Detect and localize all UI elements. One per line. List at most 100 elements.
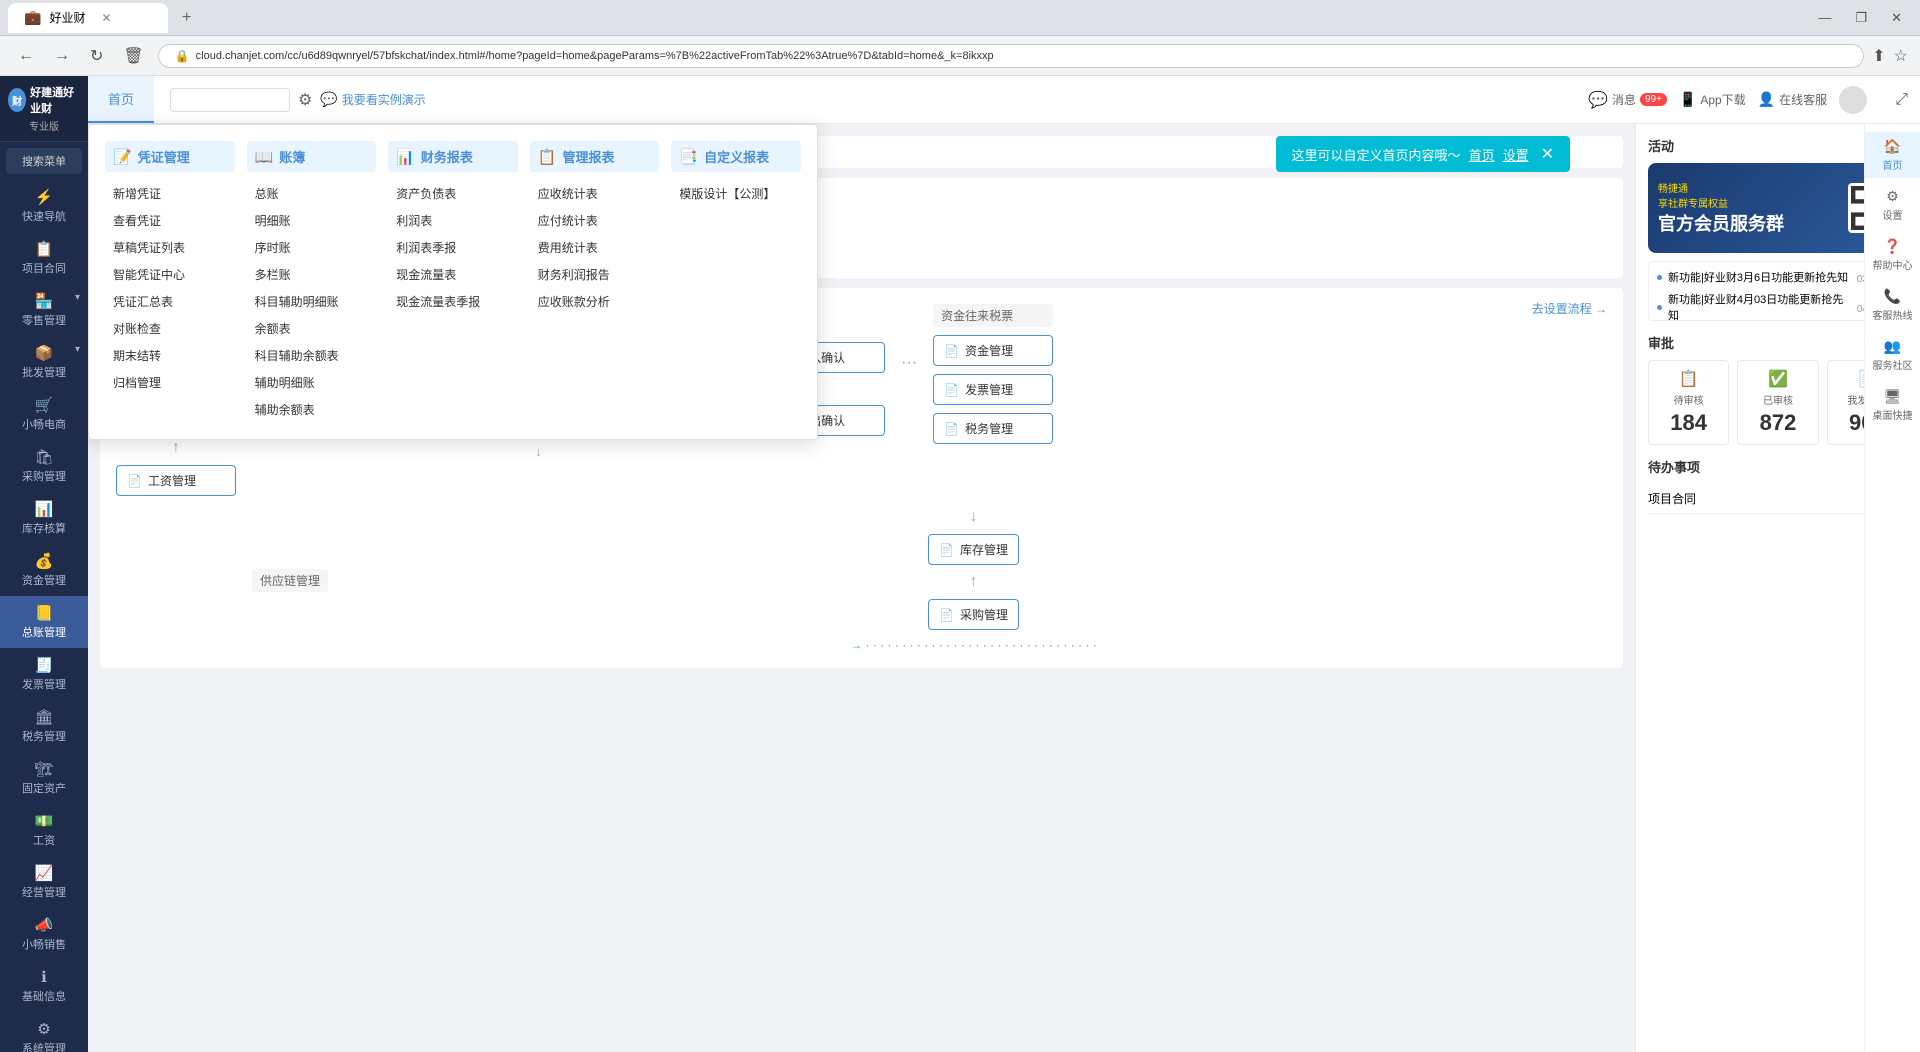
notification-btn[interactable]: 💬 消息 99+ [1588, 90, 1667, 110]
dropdown-item-cashflow[interactable]: 现金流量表 [388, 261, 518, 288]
dropdown-item-archive[interactable]: 归档管理 [105, 369, 235, 396]
dropdown-item-payable-stat[interactable]: 应付统计表 [530, 207, 660, 234]
back-btn[interactable]: ← [12, 43, 40, 69]
right-quick-service[interactable]: 📞 客服热线 [1865, 282, 1920, 328]
right-quick-community[interactable]: 👥 服务社区 [1865, 332, 1920, 378]
sidebar-nav-item-inventory[interactable]: 📊 库存核算 [0, 492, 88, 544]
demo-link[interactable]: 💬 我要看实例演示 [320, 91, 425, 108]
tab-close[interactable]: ✕ [101, 11, 111, 25]
sidebar-nav-item-retail[interactable]: 🏪 零售管理 ▾ [0, 284, 88, 336]
approval-card-pending[interactable]: 📋 待审核 184 [1648, 360, 1729, 445]
sidebar-nav-item-operations[interactable]: 📈 经营管理 [0, 856, 88, 908]
dropdown-item-finance-profit[interactable]: 财务利润报告 [530, 261, 660, 288]
right-quick-settings[interactable]: ⚙ 设置 [1865, 182, 1920, 228]
dropdown-item-aux-balance[interactable]: 辅助余额表 [247, 396, 377, 423]
dropdown-item-aux-detail[interactable]: 辅助明细账 [247, 369, 377, 396]
sidebar-nav-item-ledger[interactable]: 📒 总账管理 [0, 596, 88, 648]
sidebar-nav-item-sales[interactable]: 📣 小畅销售 [0, 908, 88, 960]
dropdown-col-header-voucher[interactable]: 📝 凭证管理 [105, 141, 235, 172]
window-close[interactable]: ✕ [1881, 6, 1912, 30]
window-maximize[interactable]: ❐ [1845, 6, 1877, 30]
dropdown-item-view-voucher[interactable]: 查看凭证 [105, 207, 235, 234]
forward-btn[interactable]: → [48, 43, 76, 69]
sidebar-nav-item-ecommerce[interactable]: 🛒 小畅电商 [0, 388, 88, 440]
settings-btn[interactable]: ⚙ [298, 90, 312, 110]
set-flow-btn[interactable]: 去设置流程 → [1532, 300, 1607, 317]
dropdown-item-draft-voucher[interactable]: 草稿凭证列表 [105, 234, 235, 261]
dropdown-item-cashflow-quarterly[interactable]: 现金流量表季报 [388, 288, 518, 315]
flow-box-capital-mgmt[interactable]: 📄 资金管理 [933, 335, 1053, 366]
dropdown-item-expense-stat[interactable]: 费用统计表 [530, 234, 660, 261]
tab-home[interactable]: 首页 [88, 76, 154, 123]
window-minimize[interactable]: — [1808, 6, 1841, 29]
dropdown-col-header-financial[interactable]: 📊 财务报表 [388, 141, 518, 172]
sidebar-nav-item-project[interactable]: 📋 项目合同 [0, 232, 88, 284]
flow-box-invoice-mgmt[interactable]: 📄 发票管理 [933, 374, 1053, 405]
tooltip-home-link[interactable]: 首页 [1469, 145, 1495, 164]
dropdown-item-reconcile[interactable]: 对账检查 [105, 315, 235, 342]
user-avatar[interactable] [1839, 86, 1867, 114]
dropdown-item-general-ledger[interactable]: 总账 [247, 180, 377, 207]
expand-btn[interactable]: ⤢ [1883, 83, 1920, 117]
news-item-1[interactable]: 新功能|好业财3月6日功能更新抢先知 03月06日 [1657, 266, 1899, 288]
browser-tab[interactable]: 💼 好业财 ✕ [8, 3, 168, 33]
news-item-2[interactable]: 新功能|好业财4月03日功能更新抢先知 04月03日 [1657, 288, 1899, 321]
dropdown-col-header-books[interactable]: 📖 账簿 [247, 141, 377, 172]
address-bar[interactable]: 🔒 cloud.chanjet.com/cc/u6d89qwnryel/57bf… [158, 44, 1865, 68]
dropdown-col-financial: 📊 财务报表 资产负债表 利润表 利润表季报 现金流量表 现金流量表季报 [388, 141, 518, 423]
dropdown-item-multi-ledger[interactable]: 多栏账 [247, 261, 377, 288]
dropdown-item-seq-ledger[interactable]: 序时账 [247, 234, 377, 261]
sidebar-nav-item-basic[interactable]: ℹ 基础信息 [0, 960, 88, 1012]
sidebar-nav-item-invoice[interactable]: 🧾 发票管理 [0, 648, 88, 700]
dropdown-item-template-design[interactable]: 模版设计【公测】 [671, 180, 801, 207]
dropdown-item-voucher-summary[interactable]: 凭证汇总表 [105, 288, 235, 315]
top-search-input[interactable] [170, 88, 290, 112]
right-quick-home[interactable]: 🏠 首页 [1865, 132, 1920, 178]
browser-chrome: 💼 好业财 ✕ + — ❐ ✕ [0, 0, 1920, 36]
flow-box-tax-mgmt[interactable]: 📄 税务管理 [933, 413, 1053, 444]
dropdown-item-subject-balance[interactable]: 科目辅助余额表 [247, 342, 377, 369]
new-tab-btn[interactable]: + [172, 5, 201, 31]
tooltip-close-btn[interactable]: ✕ [1541, 144, 1554, 164]
dropdown-col-header-management[interactable]: 📋 管理报表 [530, 141, 660, 172]
dropdown-item-balance-sheet[interactable]: 资产负债表 [388, 180, 518, 207]
flow-right-col: 资金往来税票 📄 资金管理 📄 发票管理 📄 税务管 [933, 304, 1053, 444]
sidebar-nav-item-wholesale[interactable]: 📦 批发管理 ▾ [0, 336, 88, 388]
search-area: ⚙ 💬 我要看实例演示 [154, 88, 1572, 112]
dropdown-item-profit-quarterly[interactable]: 利润表季报 [388, 234, 518, 261]
dropdown-item-receivable-analysis[interactable]: 应收账款分析 [530, 288, 660, 315]
flow-box-payroll[interactable]: 📄 工资管理 [116, 465, 236, 496]
app-download-btn[interactable]: 📱 App下载 [1679, 91, 1746, 108]
flow-box-purchase[interactable]: 📄 采购管理 [928, 599, 1019, 630]
right-quick-help[interactable]: ❓ 帮助中心 [1865, 232, 1920, 278]
dropdown-item-period-end[interactable]: 期末结转 [105, 342, 235, 369]
sidebar-nav-item-purchase[interactable]: 🛍 采购管理 [0, 440, 88, 492]
star-btn[interactable]: ☆ [1894, 46, 1908, 66]
sidebar-nav-item-assets[interactable]: 🏗 固定资产 [0, 752, 88, 804]
sidebar-search-btn[interactable]: 搜索菜单 [6, 148, 82, 174]
dropdown-item-detail-ledger[interactable]: 明细账 [247, 207, 377, 234]
dropdown-col-header-custom[interactable]: 📑 自定义报表 [671, 141, 801, 172]
flow-box-inventory[interactable]: 📄 库存管理 [928, 534, 1019, 565]
sidebar-nav-item-capital[interactable]: 💰 资金管理 [0, 544, 88, 596]
sidebar-search[interactable]: 搜索菜单 [0, 142, 88, 180]
sidebar-nav-item-quick[interactable]: ⚡ 快速导航 [0, 180, 88, 232]
sidebar-nav-item-tax[interactable]: 🏛 税务管理 [0, 700, 88, 752]
sidebar-nav-item-system[interactable]: ⚙ 系统管理 [0, 1012, 88, 1052]
right-quick-desktop[interactable]: 🖥 桌面快捷 [1865, 382, 1920, 428]
bookmark-btn[interactable]: ⬆ [1872, 46, 1885, 66]
online-service-btn[interactable]: 👤 在线客服 [1758, 91, 1827, 108]
activity-text: 畅捷通 享社群专属权益 官方会员服务群 [1658, 180, 1784, 236]
dropdown-item-balance-table[interactable]: 余额表 [247, 315, 377, 342]
dropdown-item-subject-detail[interactable]: 科目辅助明细账 [247, 288, 377, 315]
dropdown-item-add-voucher[interactable]: 新增凭证 [105, 180, 235, 207]
top-bar: 首页 ⚙ 💬 我要看实例演示 💬 消息 99+ 📱 App下载 [88, 76, 1920, 124]
sidebar-nav-item-payroll[interactable]: 💵 工资 [0, 804, 88, 856]
tooltip-settings-link[interactable]: 设置 [1503, 145, 1529, 164]
delete-btn[interactable]: 🗑 [117, 42, 149, 70]
dropdown-item-receivable-stat[interactable]: 应收统计表 [530, 180, 660, 207]
reload-btn[interactable]: ↻ [84, 42, 109, 70]
dropdown-item-profit[interactable]: 利润表 [388, 207, 518, 234]
dropdown-item-smart-voucher[interactable]: 智能凭证中心 [105, 261, 235, 288]
approval-card-approved[interactable]: ✅ 已审核 872 [1737, 360, 1818, 445]
